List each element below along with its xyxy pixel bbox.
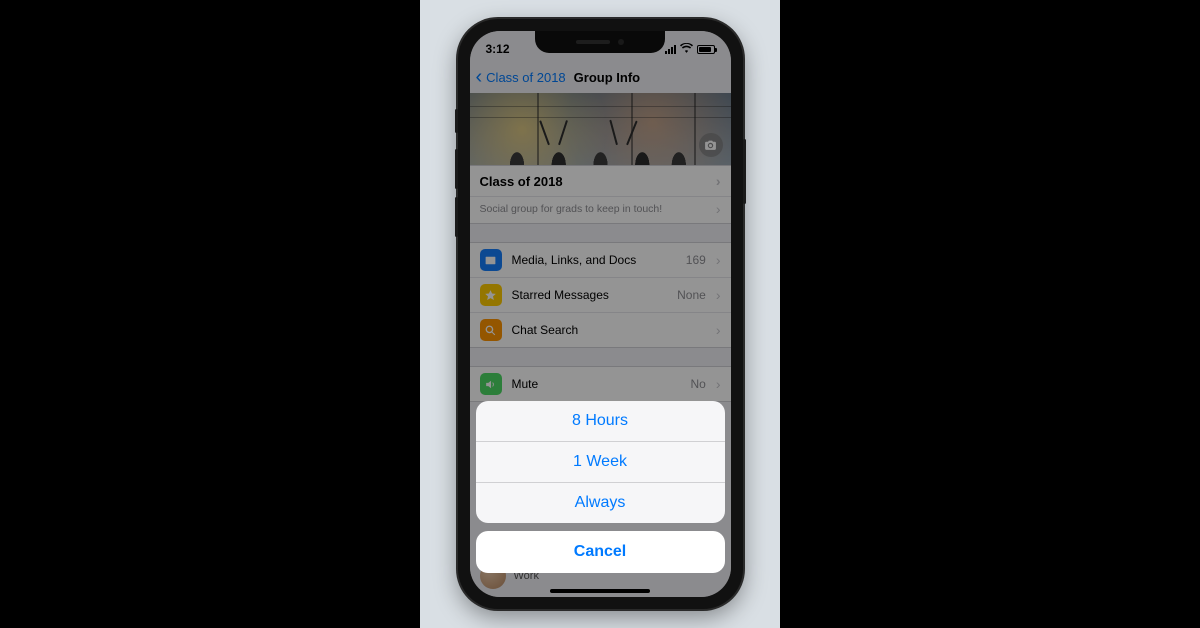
mute-action-sheet: 8 Hours 1 Week Always Cancel (476, 401, 725, 573)
action-sheet-options: 8 Hours 1 Week Always (476, 401, 725, 523)
iphone-frame: 3:12 ‹ Class of 2018 Group Info (458, 19, 743, 609)
mute-option-8-hours[interactable]: 8 Hours (476, 401, 725, 441)
cancel-button[interactable]: Cancel (476, 531, 725, 573)
mute-option-always[interactable]: Always (476, 482, 725, 523)
mute-option-1-week[interactable]: 1 Week (476, 441, 725, 482)
screen: 3:12 ‹ Class of 2018 Group Info (470, 31, 731, 597)
